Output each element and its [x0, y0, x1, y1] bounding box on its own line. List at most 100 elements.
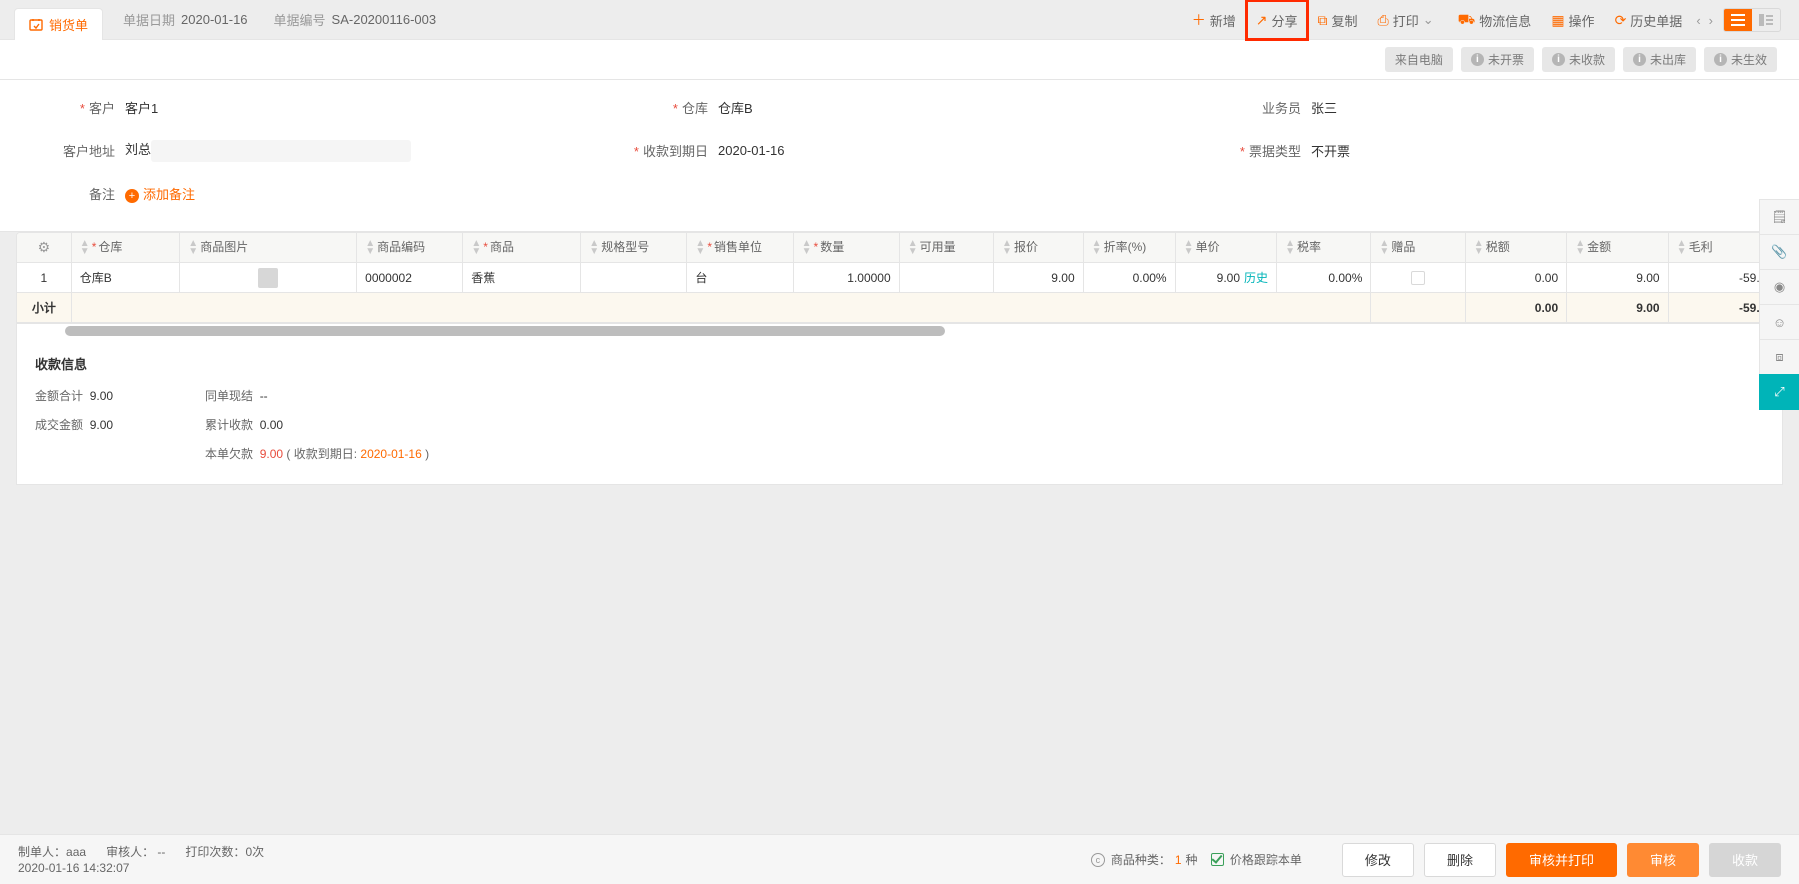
row-product[interactable]: 香蕉	[463, 263, 581, 293]
print-button[interactable]: ⎙打印⌄	[1368, 0, 1448, 40]
customer-value[interactable]: 客户1	[125, 98, 158, 117]
top-toolbar: 销货单 单据日期 2020-01-16 单据编号 SA-20200116-003…	[0, 0, 1799, 40]
due-date-value[interactable]: 2020-01-16	[718, 143, 785, 158]
view-list-button[interactable]	[1724, 9, 1752, 31]
payment-info-panel: 收款信息 金额合计 9.00 同单现结 -- 成交金额 9.00 累计收款 0.…	[16, 338, 1783, 485]
row-index: 1	[17, 263, 71, 293]
payment-title: 收款信息	[35, 354, 1764, 373]
footer-bar: 制单人：aaa 审核人： -- 打印次数：0次 2020-01-16 14:32…	[0, 834, 1799, 884]
info-icon: i	[1633, 53, 1646, 66]
row-image[interactable]	[180, 263, 357, 293]
row-taxrate[interactable]: 0.00%	[1277, 263, 1371, 293]
copy-icon: ⧉	[1318, 12, 1328, 29]
row-tax: 0.00	[1465, 263, 1566, 293]
row-qty[interactable]: 1.00000	[793, 263, 899, 293]
chevron-down-icon: ⌄	[1419, 12, 1438, 28]
add-remark-button[interactable]: +添加备注	[125, 184, 195, 203]
warehouse-value[interactable]: 仓库B	[718, 98, 753, 117]
redacted-address	[151, 140, 411, 162]
history-button[interactable]: ⟳历史单据	[1605, 0, 1693, 40]
product-image-placeholder-icon	[258, 268, 278, 288]
col-avail[interactable]: ▲▼可用量	[899, 233, 993, 263]
copyright-icon: c	[1091, 853, 1105, 867]
share-button[interactable]: ↗分享	[1246, 0, 1308, 40]
col-price[interactable]: ▲▼单价	[1175, 233, 1276, 263]
history-icon: ⟳	[1615, 12, 1627, 29]
address-value[interactable]: 刘总	[125, 139, 411, 162]
horizontal-scrollbar[interactable]	[16, 324, 1783, 338]
document-tab-label: 销货单	[49, 15, 88, 34]
subtotal-tax: 0.00	[1465, 293, 1566, 323]
share-icon: ↗	[1256, 12, 1268, 29]
col-qty[interactable]: ▲▼*数量	[793, 233, 899, 263]
col-settings[interactable]: ⚙	[17, 233, 71, 263]
doc-no-label: 单据编号	[274, 10, 326, 29]
sidebar-expand-button[interactable]: ⤢	[1759, 374, 1799, 410]
row-gift[interactable]	[1371, 263, 1465, 293]
field-customer: *客户 客户1	[30, 98, 583, 117]
cumulative-label: 累计收款 0.00	[205, 416, 505, 433]
col-amount[interactable]: ▲▼金额	[1567, 233, 1668, 263]
sidebar-note-button[interactable]: 🗒	[1759, 199, 1799, 235]
plus-icon: ＋	[1192, 10, 1206, 30]
row-unit[interactable]: 台	[687, 263, 793, 293]
row-price[interactable]: 9.00历史	[1175, 263, 1276, 293]
col-sku[interactable]: ▲▼商品编码	[357, 233, 463, 263]
col-taxrate[interactable]: ▲▼税率	[1277, 233, 1371, 263]
col-discount[interactable]: ▲▼折率(%)	[1083, 233, 1175, 263]
right-sidebar: 🗒 📎 ◉ ☺ ⧈ ⤢	[1759, 200, 1799, 410]
col-quote[interactable]: ▲▼报价	[994, 233, 1084, 263]
footer-summary: c 商品种类：1 种 价格跟踪本单	[1091, 851, 1302, 868]
doc-no-value: SA-20200116-003	[332, 12, 437, 27]
edit-button[interactable]: 修改	[1342, 843, 1414, 877]
col-gift[interactable]: ▲▼赠品	[1371, 233, 1465, 263]
sidebar-user-button[interactable]: ☺	[1759, 304, 1799, 340]
table-header: ⚙ ▲▼*仓库 ▲▼商品图片 ▲▼商品编码 ▲▼*商品 ▲▼规格型号 ▲▼*销售…	[17, 233, 1782, 263]
col-image[interactable]: ▲▼商品图片	[180, 233, 357, 263]
row-sku[interactable]: 0000002	[357, 263, 463, 293]
price-follow-label: 价格跟踪本单	[1230, 851, 1302, 868]
gift-checkbox[interactable]	[1411, 271, 1425, 285]
badge-no-invoice: i未开票	[1461, 47, 1534, 72]
field-remark: 备注 +添加备注	[30, 184, 583, 203]
badge-not-effective: i未生效	[1704, 47, 1777, 72]
badge-no-out: i未出库	[1623, 47, 1696, 72]
row-warehouse[interactable]: 仓库B	[71, 263, 180, 293]
col-product[interactable]: ▲▼*商品	[463, 233, 581, 263]
field-invoice-type: *票据类型 不开票	[1216, 139, 1769, 162]
doc-date-label: 单据日期	[123, 10, 175, 29]
nav-prev-icon[interactable]: ‹	[1692, 13, 1704, 28]
receive-button[interactable]: 收款	[1709, 843, 1781, 877]
view-form-button[interactable]	[1752, 9, 1780, 31]
footer-actions: 修改 删除 审核并打印 审核 收款	[1332, 843, 1781, 877]
header-meta: 单据日期 2020-01-16 单据编号 SA-20200116-003	[123, 10, 462, 29]
approve-print-button[interactable]: 审核并打印	[1506, 843, 1617, 877]
col-tax[interactable]: ▲▼税额	[1465, 233, 1566, 263]
sidebar-scan-button[interactable]: ⧈	[1759, 339, 1799, 375]
sidebar-preview-button[interactable]: ◉	[1759, 269, 1799, 305]
copy-button[interactable]: ⧉复制	[1308, 0, 1368, 40]
salesman-value[interactable]: 张三	[1311, 98, 1337, 117]
field-warehouse: *仓库 仓库B	[623, 98, 1176, 117]
row-spec[interactable]	[581, 263, 687, 293]
delete-button[interactable]: 删除	[1424, 843, 1496, 877]
col-unit[interactable]: ▲▼*销售单位	[687, 233, 793, 263]
line-items-table: ⚙ ▲▼*仓库 ▲▼商品图片 ▲▼商品编码 ▲▼*商品 ▲▼规格型号 ▲▼*销售…	[16, 232, 1783, 325]
logistics-button[interactable]: ⛟物流信息	[1448, 0, 1542, 40]
row-quote[interactable]: 9.00	[994, 263, 1084, 293]
scrollbar-thumb[interactable]	[65, 326, 945, 336]
table-row[interactable]: 1 仓库B 0000002 香蕉 台 1.00000 9.00 0.00% 9.…	[17, 263, 1782, 293]
sidebar-attach-button[interactable]: 📎	[1759, 234, 1799, 270]
invoice-type-value[interactable]: 不开票	[1311, 141, 1350, 160]
document-tab[interactable]: 销货单	[14, 8, 103, 40]
row-discount[interactable]: 0.00%	[1083, 263, 1175, 293]
operate-button[interactable]: ▦操作	[1541, 0, 1604, 40]
approve-button[interactable]: 审核	[1627, 843, 1699, 877]
col-warehouse[interactable]: ▲▼*仓库	[71, 233, 180, 263]
price-history-link[interactable]: 历史	[1244, 271, 1268, 285]
new-button[interactable]: ＋新增	[1182, 0, 1246, 40]
footer-meta: 制单人：aaa 审核人： -- 打印次数：0次 2020-01-16 14:32…	[18, 844, 264, 876]
nav-next-icon[interactable]: ›	[1705, 13, 1717, 28]
col-spec[interactable]: ▲▼规格型号	[581, 233, 687, 263]
price-follow-checkbox[interactable]	[1211, 853, 1224, 866]
